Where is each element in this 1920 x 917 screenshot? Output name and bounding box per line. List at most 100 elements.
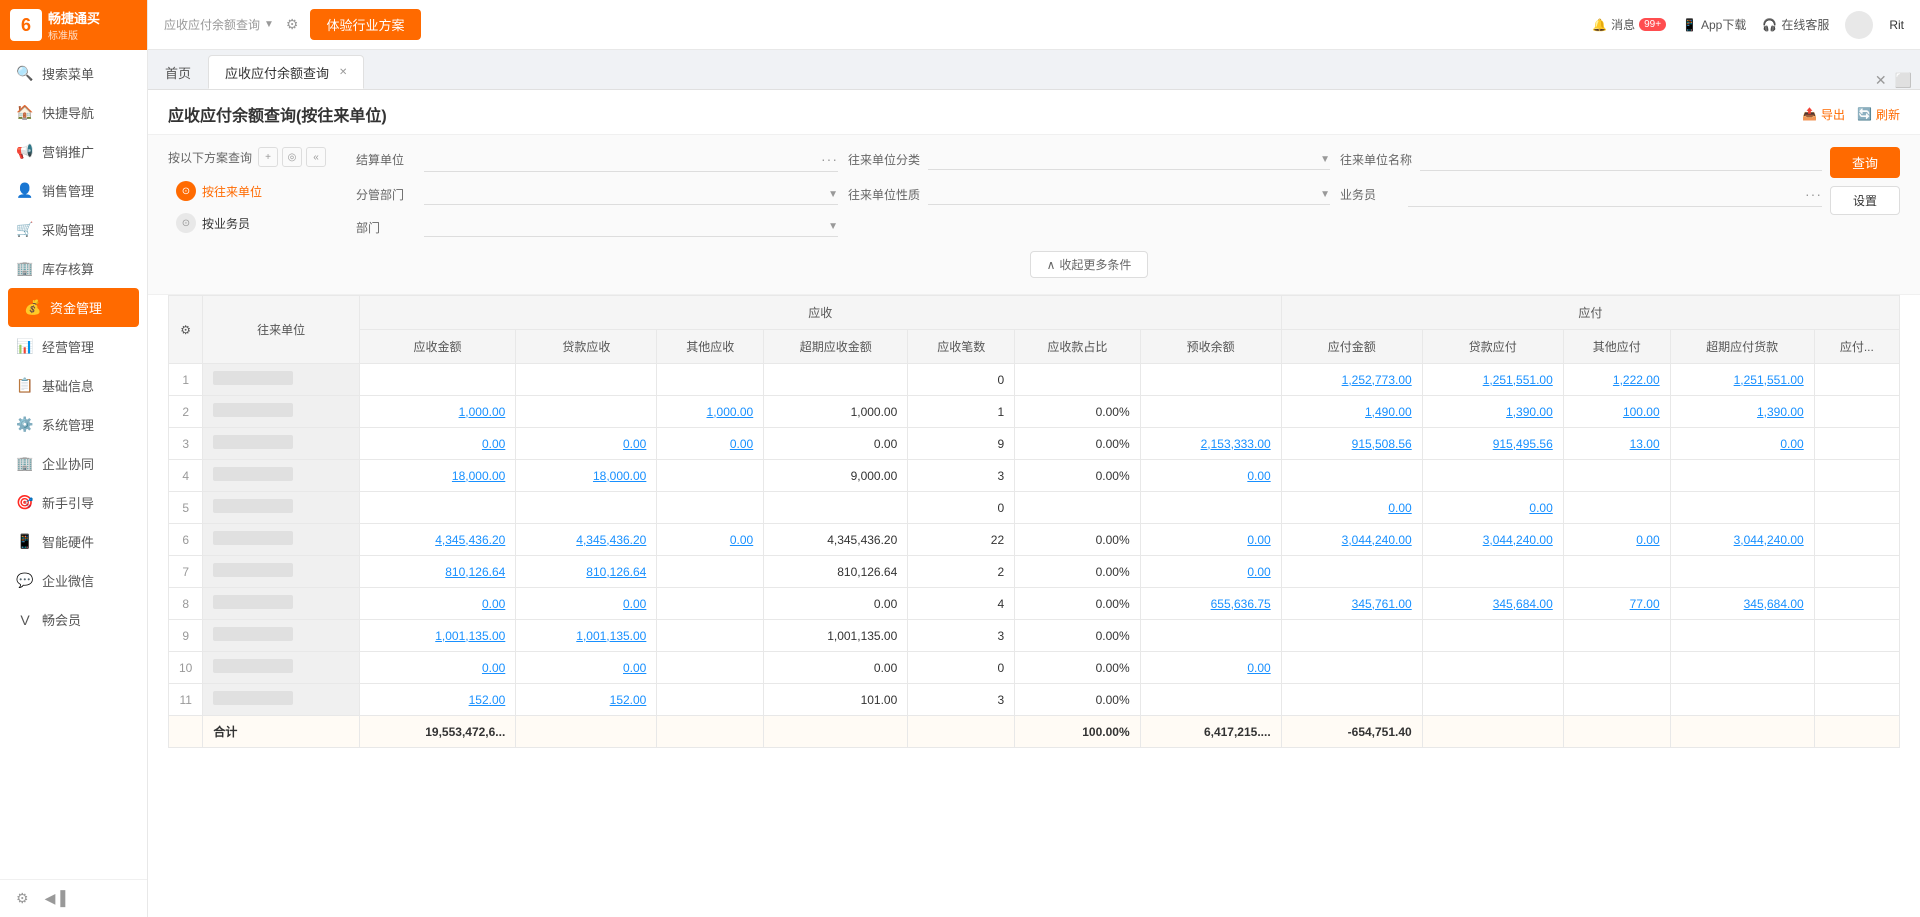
sidebar-item-wechat[interactable]: 💬 企业微信	[0, 561, 147, 600]
footer-ap-other	[1563, 716, 1670, 748]
ar-prepay-header: 预收余额	[1140, 330, 1281, 364]
ar-count-cell: 9	[908, 428, 1015, 460]
ar-count-cell: 3	[908, 684, 1015, 716]
ap-amount-cell: 3,044,240.00	[1281, 524, 1422, 556]
filter-by-salesperson-option[interactable]: ⊙ 按业务员	[168, 207, 348, 239]
sidebar-item-quick-nav[interactable]: 🏠 快捷导航	[0, 93, 147, 132]
ar-ratio-cell: 0.00%	[1015, 652, 1140, 684]
footer-settings-col	[169, 716, 203, 748]
gear-icon[interactable]: ⚙	[286, 16, 299, 33]
sidebar: 6 畅捷通买 标准版 🔍 搜索菜单 🏠 快捷导航 📢 营销推广 👤 销售管理 🛒…	[0, 0, 148, 917]
sidebar-item-operations[interactable]: 📊 经营管理	[0, 327, 147, 366]
sidebar-item-label: 销售管理	[42, 181, 94, 200]
sidebar-item-hardware[interactable]: 📱 智能硬件	[0, 522, 147, 561]
filter-by-unit-option[interactable]: ⊙ 按往来单位	[168, 175, 348, 207]
export-label: 导出	[1821, 106, 1845, 123]
ar-other-cell	[657, 588, 764, 620]
sidebar-item-search[interactable]: 🔍 搜索菜单	[0, 54, 147, 93]
solution-button[interactable]: 体验行业方案	[310, 9, 420, 40]
page-title: 应收应付余额查询(按往来单位)	[168, 102, 387, 126]
app-edition: 标准版	[48, 27, 100, 42]
sidebar-item-marketing[interactable]: 📢 营销推广	[0, 132, 147, 171]
ar-other-cell	[657, 684, 764, 716]
more-plan-button[interactable]: «	[306, 147, 326, 167]
online-service-button[interactable]: 🎧 在线客服	[1762, 16, 1829, 33]
partner-header: 往来单位	[203, 296, 359, 364]
collapse-conditions-button[interactable]: ∧ 收起更多条件	[1030, 251, 1149, 278]
ar-overdue-cell: 1,000.00	[764, 396, 908, 428]
row-number: 5	[169, 492, 203, 524]
ap-other-cell	[1563, 652, 1670, 684]
ar-prepay-cell: 655,636.75	[1140, 588, 1281, 620]
sidebar-item-basic-info[interactable]: 📋 基础信息	[0, 366, 147, 405]
query-button[interactable]: 查询	[1830, 147, 1900, 178]
ar-amount-cell: 810,126.64	[359, 556, 516, 588]
collapse-button[interactable]: ◀▐	[45, 890, 66, 907]
ap-more-cell	[1814, 620, 1899, 652]
ap-overdue-cell	[1670, 556, 1814, 588]
footer-ar-amount: 19,553,472,6...	[359, 716, 516, 748]
branch-dept-select[interactable]: ▼	[424, 185, 838, 205]
unit-nature-select[interactable]: ▼	[928, 185, 1330, 205]
footer-ar-count	[908, 716, 1015, 748]
ar-overdue-cell: 810,126.64	[764, 556, 908, 588]
close-icon[interactable]: ✕	[339, 67, 347, 78]
filter-settings-button[interactable]: 设置	[1830, 186, 1900, 215]
salesperson-input[interactable]: ···	[1408, 182, 1822, 207]
sidebar-item-member[interactable]: V 畅会员	[0, 600, 147, 639]
branch-dept-label: 分管部门	[356, 186, 416, 203]
sidebar-item-inventory[interactable]: 🏢 库存核算	[0, 249, 147, 288]
ar-ratio-cell: 0.00%	[1015, 396, 1140, 428]
tab-home[interactable]: 首页	[148, 55, 208, 89]
collapse-icon: ∧	[1047, 258, 1056, 272]
unit-category-select[interactable]: ▼	[928, 150, 1330, 170]
ap-overdue-header: 超期应付货款	[1670, 330, 1814, 364]
footer-ap-credit	[1422, 716, 1563, 748]
ar-other-cell: 1,000.00	[657, 396, 764, 428]
sidebar-item-system[interactable]: ⚙️ 系统管理	[0, 405, 147, 444]
ap-credit-cell: 915,495.56	[1422, 428, 1563, 460]
ap-more-cell	[1814, 460, 1899, 492]
ap-amount-cell: 1,490.00	[1281, 396, 1422, 428]
app-download-button[interactable]: 📱 App下载	[1682, 16, 1746, 33]
sidebar-item-guide[interactable]: 🎯 新手引导	[0, 483, 147, 522]
ar-credit-cell: 0.00	[516, 652, 657, 684]
window-close-icon[interactable]: ✕	[1875, 72, 1887, 89]
ar-credit-header: 贷款应收	[516, 330, 657, 364]
add-plan-button[interactable]: +	[258, 147, 278, 167]
ar-count-cell: 2	[908, 556, 1015, 588]
table-settings-header[interactable]: ⚙	[169, 296, 203, 364]
refresh-button[interactable]: 🔄 刷新	[1857, 106, 1900, 123]
ar-prepay-cell: 0.00	[1140, 524, 1281, 556]
table-row: 11 152.00 152.00 101.00 3 0.00%	[169, 684, 1900, 716]
collapse-row: ∧ 收起更多条件	[356, 247, 1822, 282]
table-container: ⚙ 往来单位 应收 应付 应收金额 贷款应收 其他应收 超期应收金额 应收笔数 …	[148, 295, 1920, 917]
unit-name-input[interactable]	[1420, 148, 1822, 171]
settings-button[interactable]: ⚙	[16, 890, 29, 907]
settlement-unit-input[interactable]: ···	[424, 147, 838, 172]
sidebar-item-label: 库存核算	[42, 259, 94, 278]
partner-cell	[203, 396, 359, 428]
sidebar-item-purchase[interactable]: 🛒 采购管理	[0, 210, 147, 249]
sidebar-item-finance[interactable]: 💰 资金管理	[8, 288, 139, 327]
notifications-button[interactable]: 🔔 消息 99+	[1592, 16, 1666, 33]
ar-amount-cell	[359, 492, 516, 524]
chevron-icon: ▼	[1320, 189, 1330, 200]
row-number: 10	[169, 652, 203, 684]
filter-form-wrapper: 结算单位 ··· 往来单位分类 ▼ 往来单位名称	[356, 147, 1822, 282]
department-select[interactable]: ▼	[424, 217, 838, 237]
ap-amount-cell: 1,252,773.00	[1281, 364, 1422, 396]
sidebar-item-label: 资金管理	[50, 298, 102, 317]
ar-group-header: 应收	[359, 296, 1281, 330]
tab-ar-ap-query[interactable]: 应收应付余额查询 ✕	[208, 55, 364, 89]
window-maximize-icon[interactable]: ⬜	[1895, 72, 1912, 89]
export-button[interactable]: 📤 导出	[1802, 106, 1845, 123]
ar-prepay-cell	[1140, 396, 1281, 428]
row-number: 3	[169, 428, 203, 460]
row-number: 6	[169, 524, 203, 556]
ar-count-cell: 4	[908, 588, 1015, 620]
edit-plan-button[interactable]: ◎	[282, 147, 302, 167]
sidebar-item-collab[interactable]: 🏢 企业协同	[0, 444, 147, 483]
ar-credit-cell	[516, 396, 657, 428]
sidebar-item-sales[interactable]: 👤 销售管理	[0, 171, 147, 210]
